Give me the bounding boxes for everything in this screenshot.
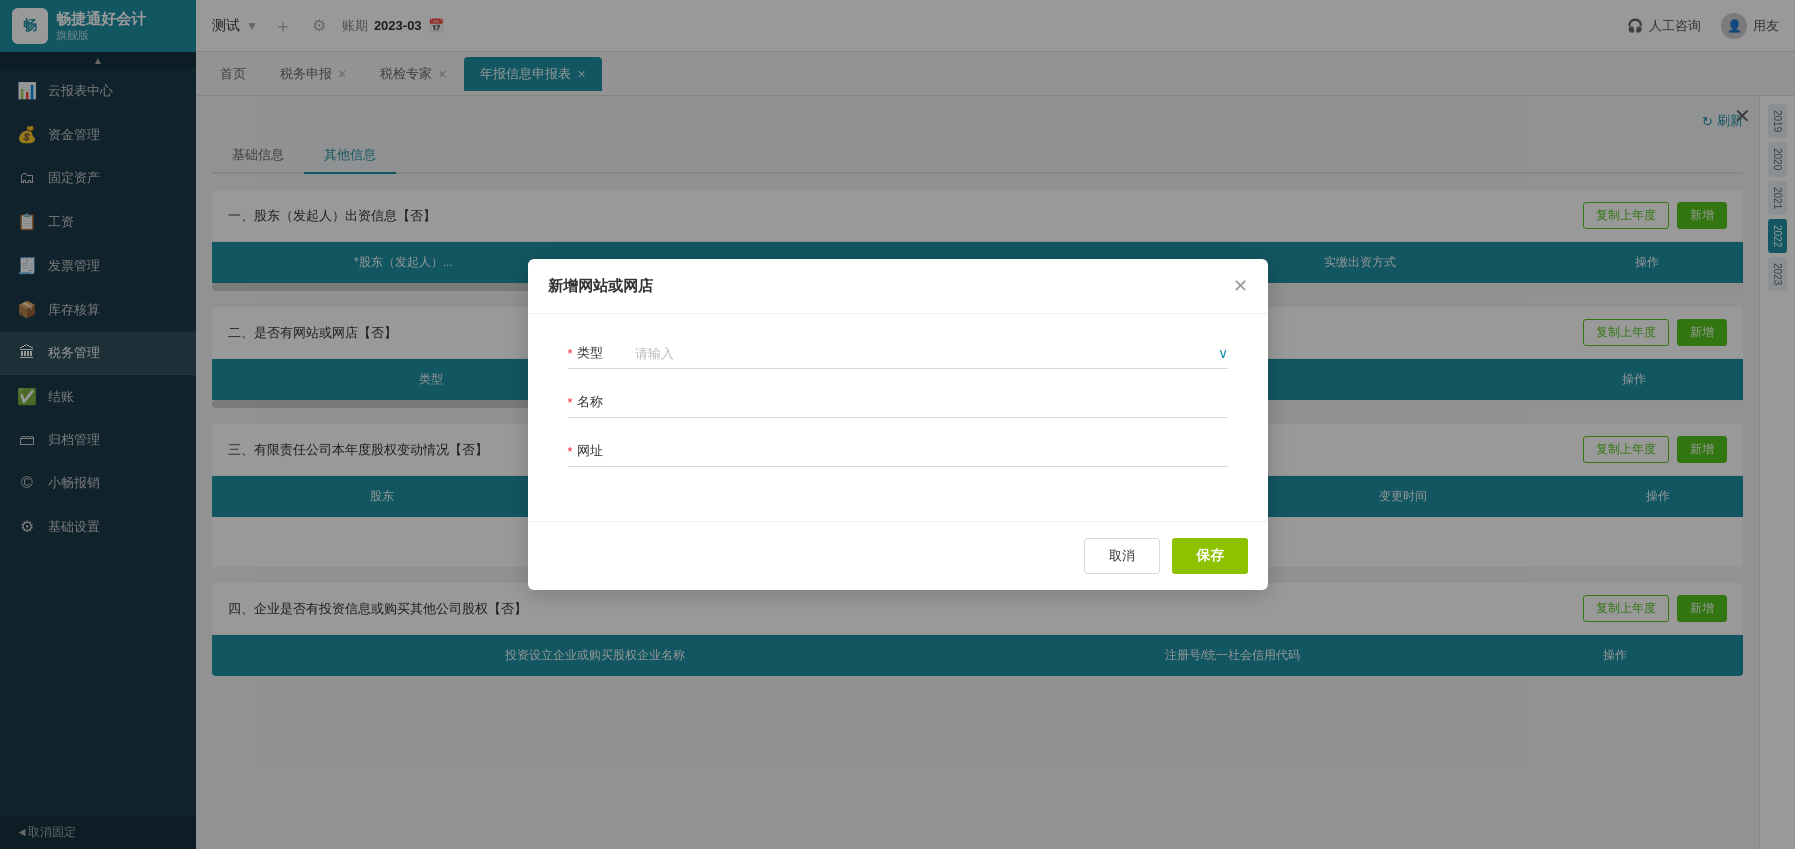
- type-dropdown-icon[interactable]: ∨: [1218, 345, 1228, 361]
- type-input-wrap: * 类型 ∨: [568, 344, 1228, 369]
- modal-header: 新增网站或网店 ✕: [528, 259, 1268, 314]
- name-required-mark: *: [568, 395, 573, 410]
- name-input[interactable]: [635, 395, 1228, 410]
- modal-add-website: 新增网站或网店 ✕ * 类型 ∨ * 名称: [528, 259, 1268, 590]
- url-required-mark: *: [568, 444, 573, 459]
- form-field-url: * 网址: [568, 442, 1228, 467]
- url-label: 网址: [577, 442, 627, 460]
- modal-body: * 类型 ∨ * 名称 * 网址: [528, 314, 1268, 521]
- type-input[interactable]: [635, 346, 1218, 361]
- name-input-wrap: * 名称: [568, 393, 1228, 418]
- save-button[interactable]: 保存: [1172, 538, 1248, 574]
- url-input[interactable]: [635, 444, 1228, 459]
- cancel-button[interactable]: 取消: [1084, 538, 1160, 574]
- url-input-wrap: * 网址: [568, 442, 1228, 467]
- modal-close-button[interactable]: ✕: [1233, 275, 1248, 297]
- form-field-name: * 名称: [568, 393, 1228, 418]
- modal-overlay: 新增网站或网店 ✕ * 类型 ∨ * 名称: [0, 0, 1795, 849]
- modal-footer: 取消 保存: [528, 521, 1268, 590]
- name-label: 名称: [577, 393, 627, 411]
- modal-title: 新增网站或网店: [548, 277, 653, 296]
- form-field-type: * 类型 ∨: [568, 344, 1228, 369]
- type-label: 类型: [577, 344, 627, 362]
- type-required-mark: *: [568, 346, 573, 361]
